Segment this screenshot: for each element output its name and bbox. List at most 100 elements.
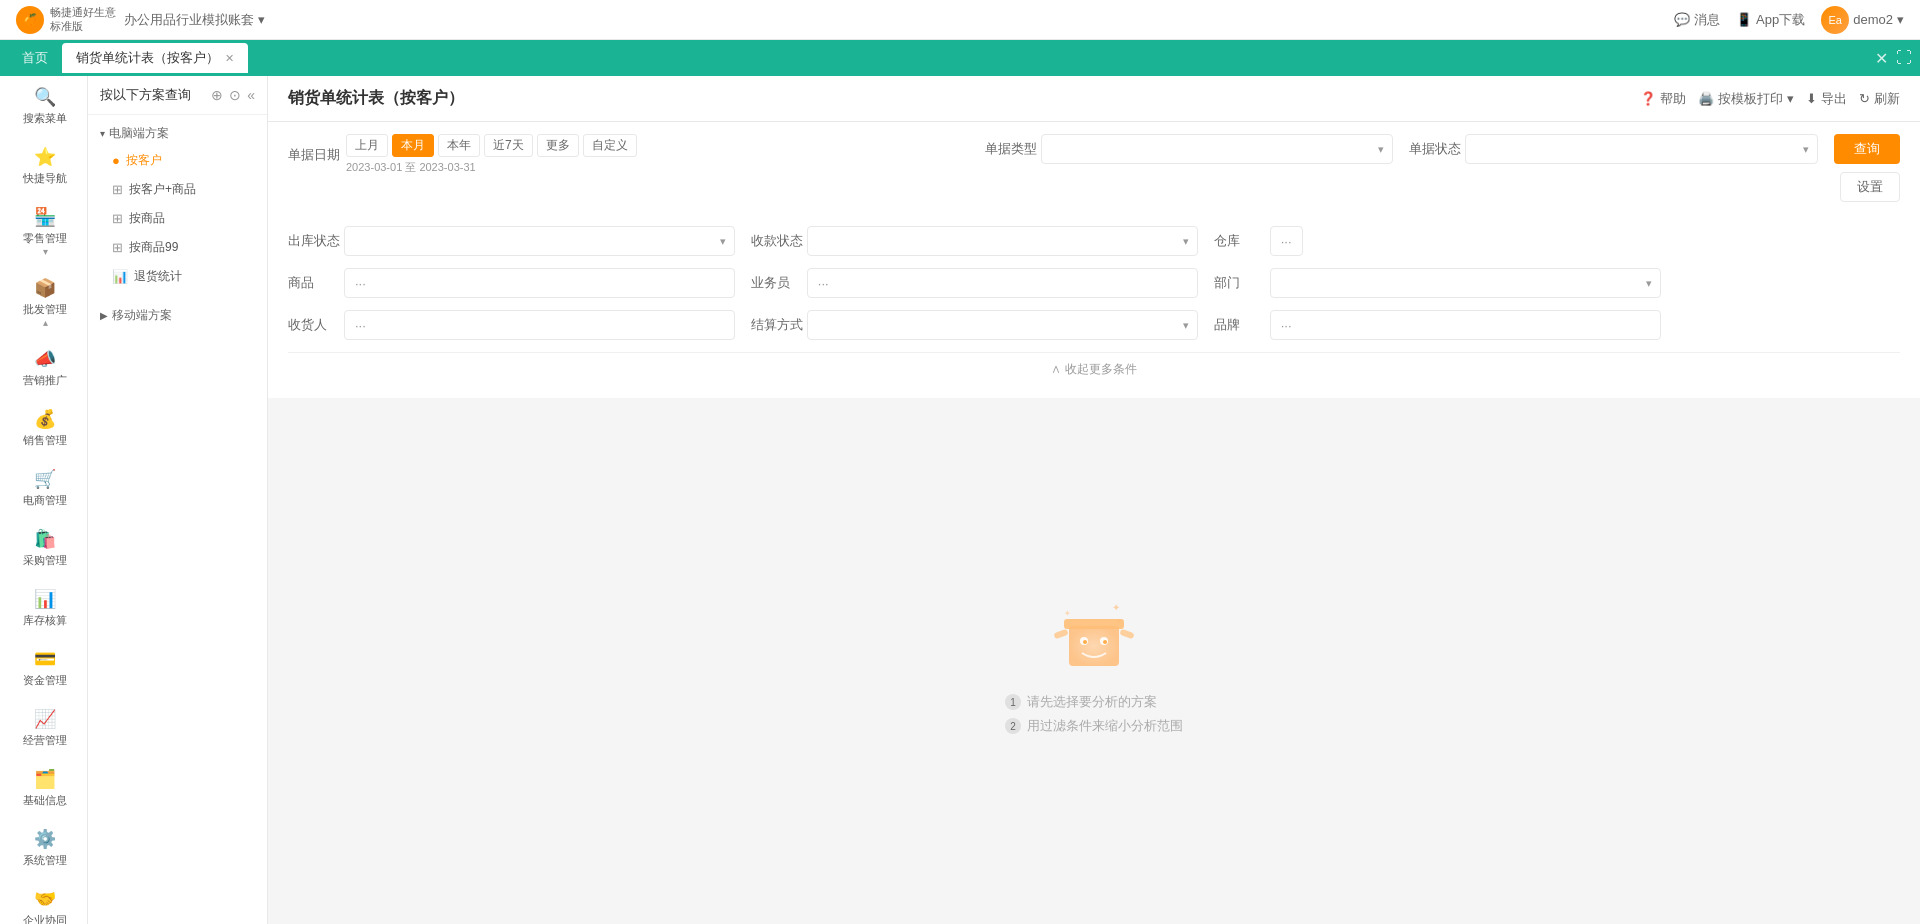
stock-icon: 📊 [34,588,56,610]
sidebar-shortcut[interactable]: ⭐ 快捷导航 [0,136,87,196]
message-icon: 💬 [1674,12,1690,27]
logo-area: 🍊 畅捷通好生意 标准版 [16,6,116,34]
scheme-item-by-product[interactable]: ⊞ 按商品 [88,204,267,233]
scheme-item-by-customer-product[interactable]: ⊞ 按客户+商品 [88,175,267,204]
download-icon: 📱 [1736,12,1752,27]
sidebar-item-system[interactable]: ⚙️ 系统管理 [0,818,87,878]
settlement-select[interactable]: ▾ [807,310,1198,340]
salesman-input[interactable]: ··· [807,268,1198,298]
chevron-down-icon: ▾ [258,12,265,27]
department-select[interactable]: ▾ [1270,268,1661,298]
collapse-btn[interactable]: ∧ 收起更多条件 [288,352,1900,386]
sidebar-search[interactable]: 🔍 搜索菜单 [0,76,87,136]
receiver-label: 收货人 [288,316,338,334]
scheme-settings-btn[interactable]: ⊙ [229,87,241,103]
svg-rect-0 [1069,626,1119,666]
topbar-right: 💬 消息 📱 App下载 Ea demo2 ▾ [1674,6,1904,34]
date-this-year-btn[interactable]: 本年 [438,134,480,157]
out-status-select[interactable]: ▾ [344,226,735,256]
scheme-active-icon: ● [112,153,120,168]
chevron-down-icon: ▾ [1183,235,1189,248]
scheme-item-by-product-99[interactable]: ⊞ 按商品99 [88,233,267,262]
refresh-btn[interactable]: ↻ 刷新 [1859,90,1900,108]
sidebar-item-stock[interactable]: 📊 库存核算 [0,578,87,638]
topbar-left: 🍊 畅捷通好生意 标准版 办公用品行业模拟账套 ▾ [16,6,265,34]
sidebar-item-sales[interactable]: 💰 销售管理 [0,398,87,458]
expand-arrow-icon: ▾ [100,128,105,139]
date-this-month-btn[interactable]: 本月 [392,134,434,157]
basic-icon: 🗂️ [34,768,56,790]
sidebar-item-finance[interactable]: 💳 资金管理 [0,638,87,698]
date-last7-btn[interactable]: 近7天 [484,134,533,157]
date-more-btn[interactable]: 更多 [537,134,579,157]
settlement-label: 结算方式 [751,316,801,334]
date-range: 2023-03-01 至 2023-03-31 [346,160,637,175]
empty-tips: 1 请先选择要分析的方案 2 用过滤条件来缩小分析范围 [1005,693,1183,741]
salesman-label: 业务员 [751,274,801,292]
chevron-down-icon: ▾ [1646,277,1652,290]
scheme-grid-icon: ⊞ [112,240,123,255]
settings-button[interactable]: 设置 [1840,172,1900,202]
print-btn[interactable]: 🖨️ 按模板打印 ▾ [1698,90,1794,108]
help-btn[interactable]: ❓ 帮助 [1640,90,1686,108]
doc-type-label: 单据类型 [985,140,1035,158]
scheme-item-by-customer[interactable]: ● 按客户 [88,146,267,175]
sidebar-item-cooperation[interactable]: 🤝 企业协同 [0,878,87,924]
sidebar-item-retail[interactable]: 🏪 零售管理 ▾ [0,196,87,267]
sidebar-item-operation[interactable]: 📈 经营管理 [0,698,87,758]
brand-input[interactable]: ··· [1270,310,1661,340]
chevron-up-icon: ▴ [43,317,48,328]
doc-type-select[interactable]: ▾ [1041,134,1394,164]
user-menu[interactable]: Ea demo2 ▾ [1821,6,1904,34]
sidebar-item-wholesale[interactable]: 📦 批发管理 ▴ [0,267,87,338]
app-selector[interactable]: 办公用品行业模拟账套 ▾ [124,11,265,29]
window-maximize-btn[interactable]: ⛶ [1896,49,1912,67]
search-icon: 🔍 [34,86,56,108]
svg-rect-1 [1064,619,1124,629]
scheme-collapse-btn[interactable]: « [247,87,255,103]
mobile-group-title[interactable]: ▶ 移动端方案 [88,303,267,328]
doc-status-select[interactable]: ▾ [1465,134,1818,164]
payment-status-select[interactable]: ▾ [807,226,1198,256]
scheme-item-return-stat[interactable]: 📊 退货统计 [88,262,267,291]
content-header: 销货单统计表（按客户） ❓ 帮助 🖨️ 按模板打印 ▾ ⬇ 导出 [268,76,1920,122]
desktop-group-title[interactable]: ▾ 电脑端方案 [88,121,267,146]
query-button[interactable]: 查询 [1834,134,1900,164]
app-download-btn[interactable]: 📱 App下载 [1736,11,1805,29]
sidebar-item-basic[interactable]: 🗂️ 基础信息 [0,758,87,818]
scheme-add-btn[interactable]: ⊕ [211,87,223,103]
date-custom-btn[interactable]: 自定义 [583,134,637,157]
logo-icon: 🍊 [16,6,44,34]
cooperation-icon: 🤝 [34,888,56,910]
empty-illustration: ✦ ✦ ✦ [1044,581,1144,681]
tip-1: 1 请先选择要分析的方案 [1005,693,1183,711]
receiver-input[interactable]: ··· [344,310,735,340]
out-status-label: 出库状态 [288,232,338,250]
product-input[interactable]: ··· [344,268,735,298]
tab-close-icon[interactable]: ✕ [225,52,234,65]
topbar: 🍊 畅捷通好生意 标准版 办公用品行业模拟账套 ▾ 💬 消息 📱 App下载 E… [0,0,1920,40]
right-actions: 查询 设置 [1834,134,1900,214]
svg-rect-7 [1119,629,1134,639]
sidebar-item-ecommerce[interactable]: 🛒 电商管理 [0,458,87,518]
warehouse-input[interactable]: ··· [1270,226,1303,256]
message-btn[interactable]: 💬 消息 [1674,11,1720,29]
tab-home[interactable]: 首页 [8,43,62,73]
date-label: 单据日期 [288,146,340,164]
ecommerce-icon: 🛒 [34,468,56,490]
sidebar-item-marketing[interactable]: 📣 营销推广 [0,338,87,398]
shortcut-icon: ⭐ [34,146,56,168]
refresh-icon: ↻ [1859,91,1870,106]
svg-rect-6 [1053,629,1068,639]
date-prev-month-btn[interactable]: 上月 [346,134,388,157]
chevron-down-icon: ▾ [1378,143,1384,156]
sidebar-item-purchase[interactable]: 🛍️ 采购管理 [0,518,87,578]
window-close-btn[interactable]: ✕ [1875,49,1888,68]
logo-text: 畅捷通好生意 标准版 [50,6,116,32]
filter-form: 单据日期 上月 本月 本年 近7天 更多 自定义 2023-03-01 至 20… [268,122,1920,398]
operation-icon: 📈 [34,708,56,730]
svg-point-5 [1103,640,1107,644]
tab-sales-stat[interactable]: 销货单统计表（按客户） ✕ [62,43,248,73]
export-btn[interactable]: ⬇ 导出 [1806,90,1847,108]
svg-text:✦: ✦ [1112,602,1120,613]
